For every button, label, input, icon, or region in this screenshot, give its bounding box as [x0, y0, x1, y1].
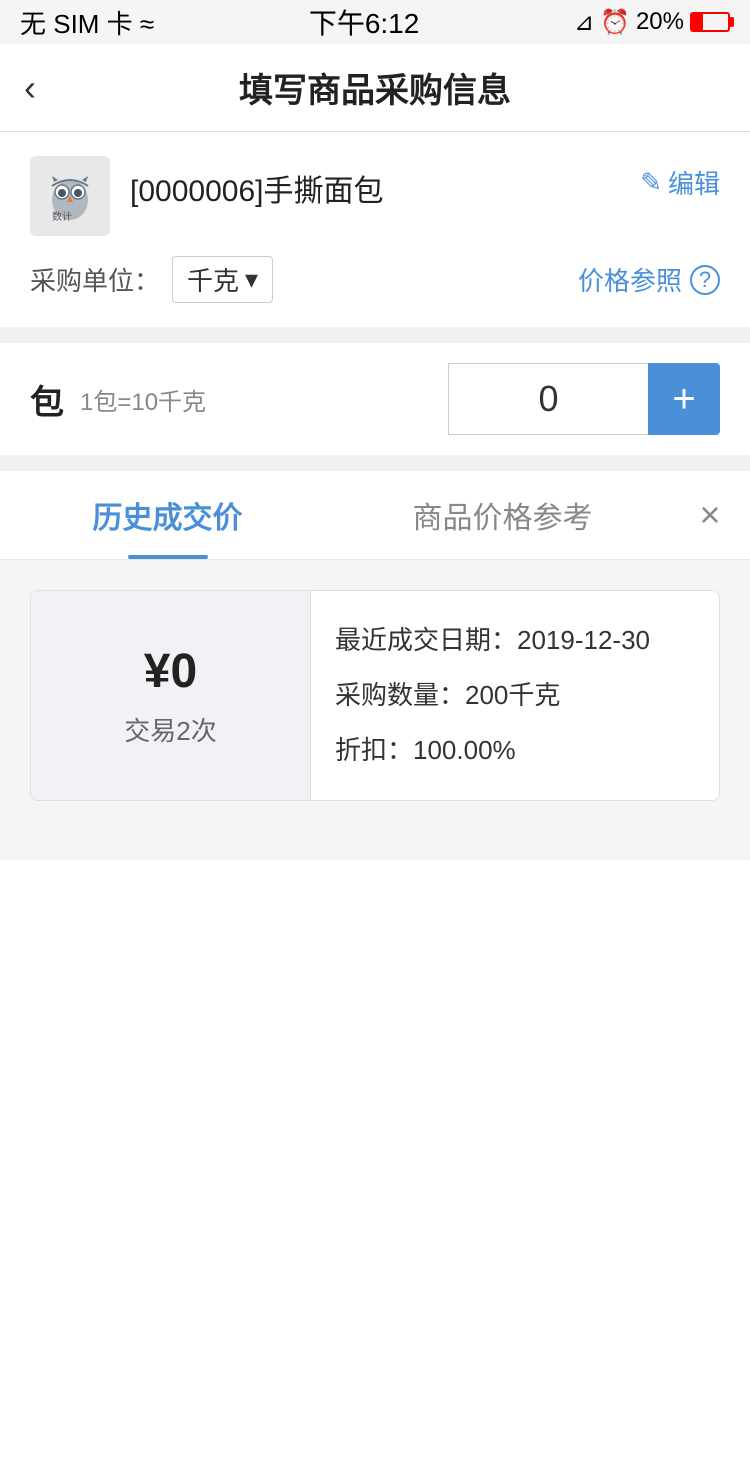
edit-button[interactable]: ✎ 编辑: [640, 164, 720, 201]
price-ref-label: 价格参照: [578, 261, 682, 298]
unit-small: 1包=10千克: [80, 382, 206, 417]
status-right: ⊿ ⏰ 20%: [574, 8, 730, 37]
page-title: 填写商品采购信息: [239, 63, 511, 112]
tab-history-price[interactable]: 历史成交价: [0, 471, 335, 559]
sim-text: 无 SIM 卡 ≈: [20, 4, 154, 41]
quantity-row: 包 1包=10千克 +: [0, 343, 750, 455]
price-ref-button[interactable]: 价格参照 ?: [578, 261, 720, 298]
section-divider: [0, 327, 750, 343]
nav-icon: ⊿: [574, 8, 594, 37]
unit-value: 千克: [187, 261, 239, 298]
tab-product-price[interactable]: 商品价格参考: [335, 471, 670, 559]
product-card: 数计 [0000006]手撕面包 ✎ 编辑 采购单位： 千克 ▾ 价格参照 ?: [0, 132, 750, 327]
back-button[interactable]: ‹: [24, 67, 36, 109]
battery-icon: [690, 12, 730, 32]
bottom-space: [0, 860, 750, 1460]
quantity-control: +: [448, 363, 720, 435]
product-name: [0000006]手撕面包: [130, 166, 383, 210]
product-thumbnail: 数计: [30, 156, 110, 236]
unit-big: 包: [30, 375, 64, 424]
history-price-section: ¥0 交易2次: [31, 591, 311, 800]
purchase-qty: 采购数量：200千克: [335, 676, 695, 715]
tab-product-price-label: 商品价格参考: [413, 493, 593, 537]
unit-label: 采购单位：: [30, 261, 160, 298]
owl-logo-icon: 数计: [40, 166, 100, 226]
battery-percent: 20%: [636, 8, 684, 36]
status-bar: 无 SIM 卡 ≈ 下午6:12 ⊿ ⏰ 20%: [0, 0, 750, 44]
recent-date: 最近成交日期：2019-12-30: [335, 621, 695, 660]
quantity-plus-button[interactable]: +: [648, 363, 720, 435]
product-header: 数计 [0000006]手撕面包 ✎ 编辑: [30, 156, 720, 236]
product-footer: 采购单位： 千克 ▾ 价格参照 ?: [30, 256, 720, 303]
edit-icon: ✎: [640, 167, 662, 198]
alarm-icon: ⏰: [600, 8, 630, 37]
content-area: ¥0 交易2次 最近成交日期：2019-12-30 采购数量：200千克 折扣：…: [0, 560, 750, 860]
svg-text:数计: 数计: [52, 210, 72, 223]
history-price: ¥0: [144, 644, 197, 699]
nav-bar: ‹ 填写商品采购信息: [0, 44, 750, 132]
discount: 折扣：100.00%: [335, 731, 695, 770]
status-time: 下午6:12: [309, 2, 420, 42]
status-left: 无 SIM 卡 ≈: [20, 4, 154, 41]
history-card: ¥0 交易2次 最近成交日期：2019-12-30 采购数量：200千克 折扣：…: [30, 590, 720, 801]
help-icon[interactable]: ?: [690, 265, 720, 295]
tab-container: 历史成交价 商品价格参考 ×: [0, 471, 750, 560]
quantity-label: 包 1包=10千克: [30, 375, 206, 424]
dropdown-arrow-icon: ▾: [245, 264, 258, 295]
product-info: 数计 [0000006]手撕面包: [30, 156, 383, 236]
trade-count: 交易2次: [124, 711, 216, 748]
edit-label: 编辑: [668, 164, 720, 201]
quantity-input[interactable]: [448, 363, 648, 435]
unit-row: 采购单位： 千克 ▾: [30, 256, 273, 303]
tab-close-button[interactable]: ×: [670, 471, 750, 559]
unit-select[interactable]: 千克 ▾: [172, 256, 273, 303]
tab-history-price-label: 历史成交价: [93, 493, 243, 537]
history-details-section: 最近成交日期：2019-12-30 采购数量：200千克 折扣：100.00%: [311, 591, 719, 800]
